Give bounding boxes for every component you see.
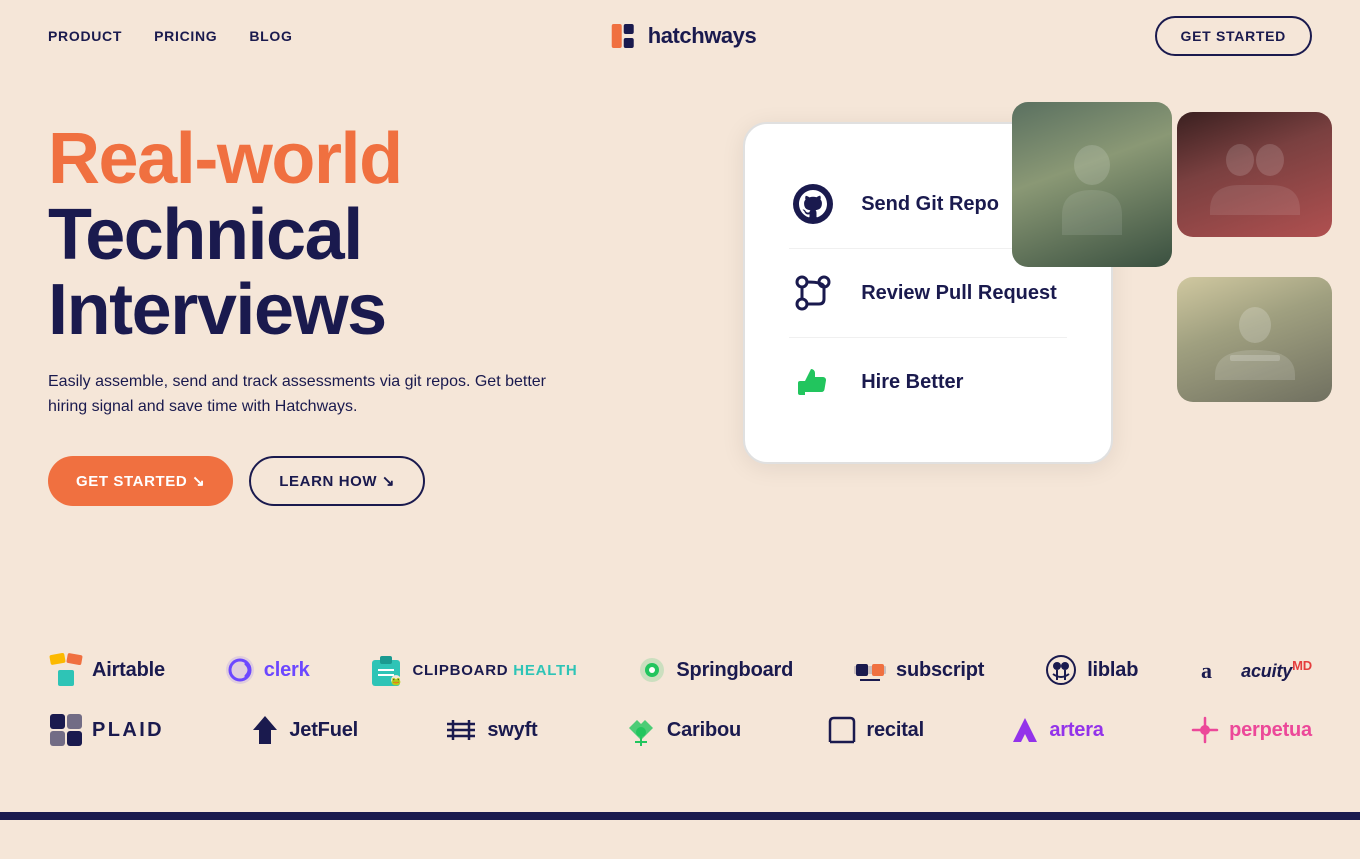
pull-request-icon: [789, 269, 837, 317]
logo-plaid[interactable]: PLAID: [48, 712, 164, 748]
plaid-label: PLAID: [92, 719, 164, 742]
hero-content: Real-world Technical Interviews Easily a…: [48, 102, 743, 592]
logos-section: Airtable clerk 🐸 CLIPBOARD HEALTH: [0, 632, 1360, 812]
clipboard-icon: 🐸: [368, 652, 404, 688]
airtable-icon: [48, 652, 84, 688]
logo-clipboard[interactable]: 🐸 CLIPBOARD HEALTH: [368, 652, 577, 688]
logo-subscript[interactable]: subscript: [852, 652, 984, 688]
springboard-label: Springboard: [676, 659, 793, 682]
nav-left: PRODUCT PRICING BLOG: [48, 28, 293, 44]
logos-row-1: Airtable clerk 🐸 CLIPBOARD HEALTH: [48, 652, 1312, 688]
logo-airtable[interactable]: Airtable: [48, 652, 165, 688]
nav-blog[interactable]: BLOG: [249, 28, 292, 44]
hero-learn-how-button[interactable]: LEARN HOW ↘: [249, 456, 425, 506]
jetfuel-icon: [249, 714, 281, 746]
logo-artera[interactable]: artera: [1009, 714, 1103, 746]
footer-bar: [0, 812, 1360, 820]
photo-woman-laptop: [1012, 102, 1172, 267]
swyft-icon: [443, 712, 479, 748]
recital-label: recital: [866, 719, 924, 742]
svg-text:🐸: 🐸: [391, 677, 401, 686]
swyft-label: swyft: [487, 719, 537, 742]
hero-title-line2: Technical: [48, 198, 743, 274]
hero-subtitle: Easily assemble, send and track assessme…: [48, 369, 568, 420]
hero-section: Real-world Technical Interviews Easily a…: [0, 72, 1360, 632]
recital-icon: [826, 714, 858, 746]
nav-product[interactable]: PRODUCT: [48, 28, 122, 44]
feature-text-pr: Review Pull Request: [861, 282, 1057, 305]
photo-two-women: [1177, 112, 1332, 237]
hero-title-line3: Interviews: [48, 273, 743, 349]
acuity-label: acuityMD: [1241, 658, 1312, 682]
logo-clerk[interactable]: clerk: [224, 654, 310, 686]
logos-row-2: PLAID JetFuel swyft: [48, 712, 1312, 748]
clerk-icon: [224, 654, 256, 686]
clerk-label: clerk: [264, 659, 310, 682]
logo-perpetua[interactable]: perpetua: [1189, 714, 1312, 746]
feature-text-hire: Hire Better: [861, 371, 963, 394]
feature-text-git: Send Git Repo: [861, 193, 999, 216]
artera-label: artera: [1049, 719, 1103, 742]
nav-pricing[interactable]: PRICING: [154, 28, 217, 44]
nav-get-started-button[interactable]: GET STARTED: [1155, 16, 1312, 56]
logo-caribou[interactable]: Caribou: [623, 712, 741, 748]
logo-text: hatchways: [648, 23, 757, 49]
logo-icon: [604, 18, 640, 54]
springboard-icon: [636, 654, 668, 686]
artera-icon: [1009, 714, 1041, 746]
jetfuel-label: JetFuel: [289, 719, 358, 742]
airtable-label: Airtable: [92, 659, 165, 682]
logo-liblab[interactable]: liblab: [1043, 652, 1138, 688]
caribou-label: Caribou: [667, 719, 741, 742]
svg-text:a: a: [1201, 658, 1212, 683]
hero-visuals: Send Git Repo Review Pull Request: [743, 102, 1312, 592]
liblab-label: liblab: [1087, 659, 1138, 682]
logo-recital[interactable]: recital: [826, 714, 924, 746]
thumbs-up-icon: [789, 358, 837, 406]
clipboard-label: CLIPBOARD HEALTH: [412, 662, 577, 679]
hero-get-started-button[interactable]: GET STARTED ↘: [48, 456, 233, 506]
acuity-icon: a: [1197, 652, 1233, 688]
perpetua-icon: [1189, 714, 1221, 746]
logo-springboard[interactable]: Springboard: [636, 654, 793, 686]
logo-jetfuel[interactable]: JetFuel: [249, 714, 358, 746]
caribou-icon: [623, 712, 659, 748]
feature-item-hire: Hire Better: [789, 338, 1067, 426]
liblab-icon: [1043, 652, 1079, 688]
photo-man-laptop: [1177, 277, 1332, 402]
logo-acuity[interactable]: a acuityMD: [1197, 652, 1312, 688]
hero-buttons: GET STARTED ↘ LEARN HOW ↘: [48, 456, 743, 506]
github-icon: [789, 180, 837, 228]
logo[interactable]: hatchways: [604, 18, 757, 54]
plaid-icon: [48, 712, 84, 748]
subscript-label: subscript: [896, 659, 984, 682]
perpetua-label: perpetua: [1229, 719, 1312, 742]
hero-title-line1: Real-world: [48, 122, 743, 198]
logo-swyft[interactable]: swyft: [443, 712, 537, 748]
subscript-icon: [852, 652, 888, 688]
navbar: PRODUCT PRICING BLOG hatchways GET START…: [0, 0, 1360, 72]
